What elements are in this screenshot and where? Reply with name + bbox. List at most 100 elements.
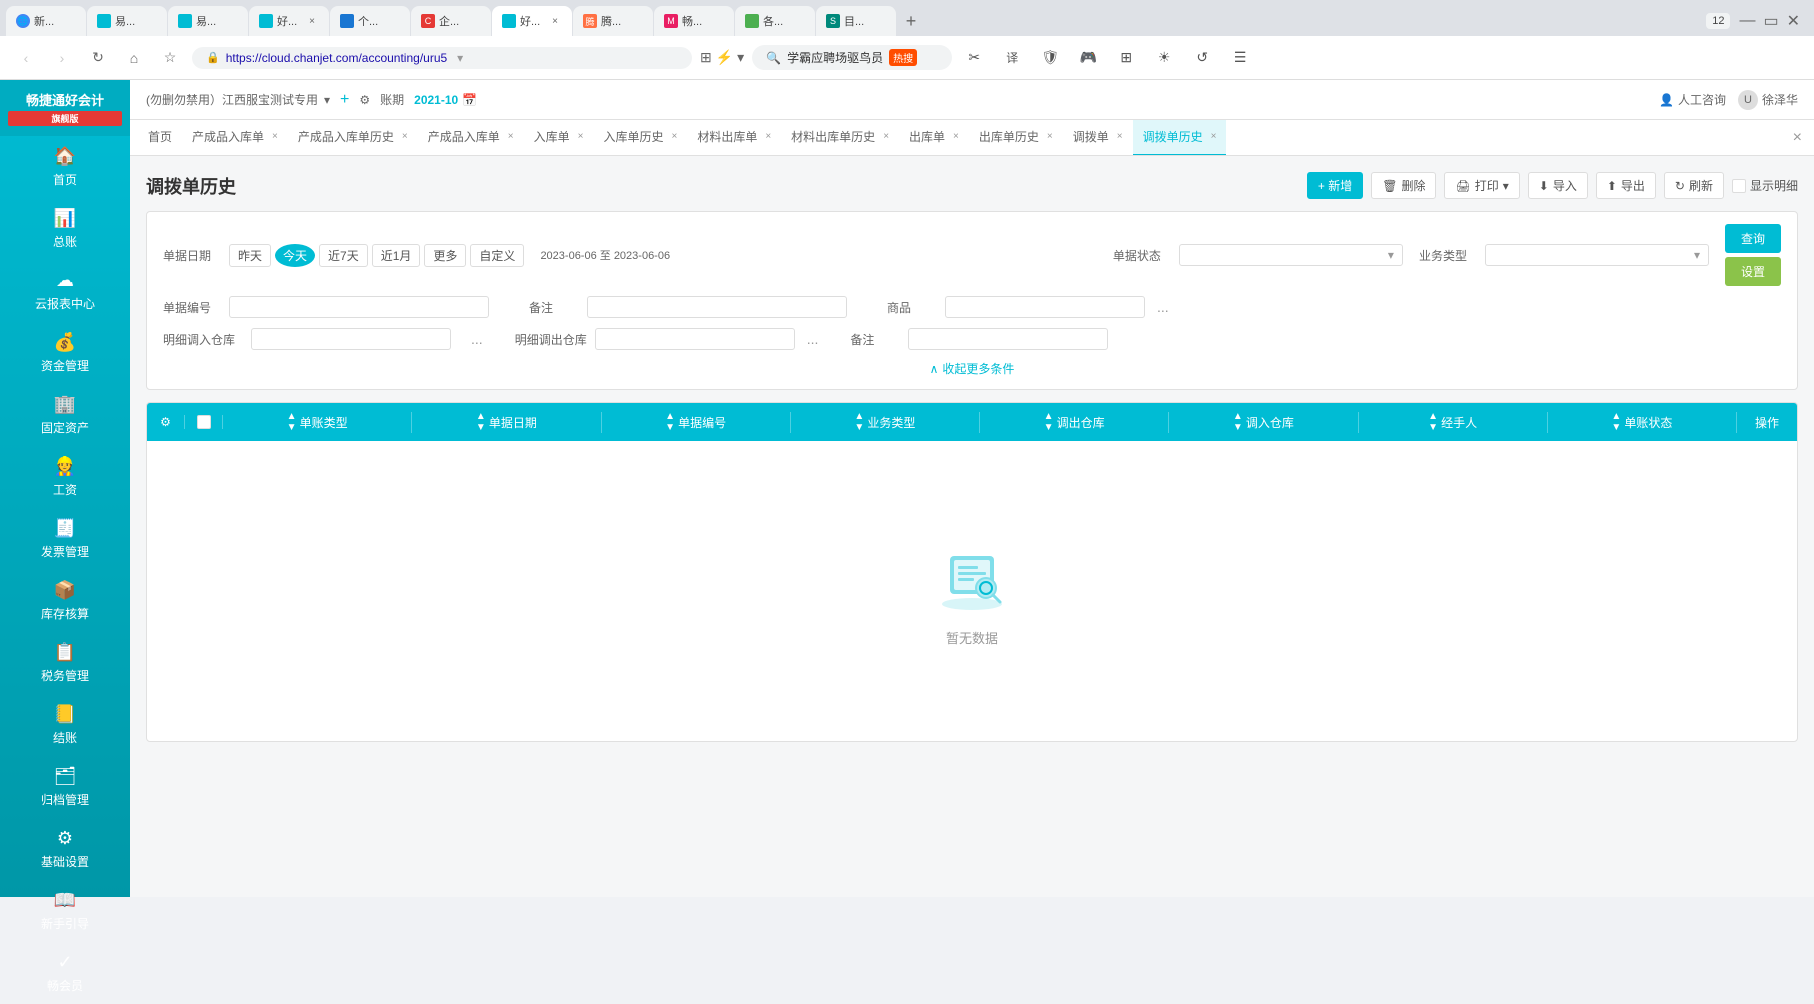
browser-tab-7[interactable]: 好... ×: [492, 6, 572, 36]
page-tab-close-4[interactable]: ×: [578, 131, 584, 142]
browser-tab-2[interactable]: 易...: [87, 6, 167, 36]
page-tab-home[interactable]: 首页: [138, 120, 182, 156]
select-all-checkbox[interactable]: [197, 415, 211, 429]
search-bar[interactable]: 🔍 学霸应聘场驱鸟员 热搜: [752, 45, 952, 70]
back-button[interactable]: ‹: [12, 44, 40, 72]
from-warehouse-picker-icon[interactable]: ...: [471, 331, 483, 347]
date-btn-1month[interactable]: 近1月: [372, 244, 421, 267]
th-handler[interactable]: ▲▼ 经手人: [1359, 412, 1548, 433]
undo-icon[interactable]: ↺: [1188, 44, 1216, 72]
scissors-icon[interactable]: ✂: [960, 44, 988, 72]
sidebar-item-salary[interactable]: 👷 工资: [0, 446, 130, 508]
home-button[interactable]: ⌂: [120, 44, 148, 72]
page-tab-6[interactable]: 材料出库单 ×: [687, 120, 781, 156]
page-tab-close-9[interactable]: ×: [1047, 131, 1053, 142]
browser-tab-1[interactable]: 🌐 新...: [6, 6, 86, 36]
forward-button[interactable]: ›: [48, 44, 76, 72]
from-warehouse-input[interactable]: [251, 328, 451, 350]
th-settings[interactable]: ⚙: [147, 415, 185, 429]
page-tab-10[interactable]: 调拨单 ×: [1063, 120, 1133, 156]
date-btn-yesterday[interactable]: 昨天: [229, 244, 271, 267]
to-warehouse-input[interactable]: [595, 328, 795, 350]
browser-tab-5[interactable]: 个...: [330, 6, 410, 36]
page-tab-4[interactable]: 入库单 ×: [524, 120, 594, 156]
dropdown-arrow[interactable]: ▾: [737, 49, 744, 66]
status-select[interactable]: ▾: [1179, 244, 1403, 266]
refresh-button[interactable]: ↻ 刷新: [1664, 172, 1724, 199]
sidebar-item-tax[interactable]: 📋 税务管理: [0, 632, 130, 694]
to-warehouse-picker-icon[interactable]: ...: [807, 331, 819, 347]
refresh-button[interactable]: ↻: [84, 44, 112, 72]
date-btn-7days[interactable]: 近7天: [319, 244, 368, 267]
page-tab-5[interactable]: 入库单历史 ×: [593, 120, 687, 156]
tab-close-7[interactable]: ×: [548, 14, 562, 28]
page-tab-close-6[interactable]: ×: [765, 131, 771, 142]
print-button[interactable]: 🖨 打印 ▾: [1444, 172, 1519, 199]
browser-tab-9[interactable]: M 畅...: [654, 6, 734, 36]
add-company-icon[interactable]: +: [340, 91, 349, 109]
sidebar-item-funds[interactable]: 💰 资金管理: [0, 322, 130, 384]
assistant-link[interactable]: 👤 人工咨询: [1659, 91, 1726, 108]
goods-picker-icon[interactable]: ...: [1157, 299, 1169, 315]
shield-icon[interactable]: 🛡: [1036, 44, 1064, 72]
page-tab-close-1[interactable]: ×: [272, 131, 278, 142]
bookmark-button[interactable]: ☆: [156, 44, 184, 72]
sidebar-item-member[interactable]: ✓ 畅会员: [0, 942, 130, 1004]
close-all-tabs-button[interactable]: ×: [1789, 129, 1806, 147]
date-btn-more[interactable]: 更多: [424, 244, 466, 267]
sidebar-logo[interactable]: 畅捷通好会计 旗舰版: [0, 80, 130, 136]
page-tab-8[interactable]: 出库单 ×: [899, 120, 969, 156]
display-toggle[interactable]: 显示明细: [1732, 177, 1798, 194]
new-button[interactable]: + 新增: [1307, 172, 1363, 199]
th-checkbox[interactable]: [185, 415, 223, 429]
page-tab-close-10[interactable]: ×: [1117, 131, 1123, 142]
doc-number-input[interactable]: [229, 296, 489, 318]
page-tab-7[interactable]: 材料出库单历史 ×: [781, 120, 899, 156]
th-out-warehouse[interactable]: ▲▼ 调出仓库: [980, 412, 1169, 433]
query-button[interactable]: 查询: [1725, 224, 1781, 253]
browser-tab-3[interactable]: 易...: [168, 6, 248, 36]
close-icon[interactable]: ✕: [1787, 11, 1800, 31]
page-tab-close-3[interactable]: ×: [508, 131, 514, 142]
import-button[interactable]: ⬇ 导入: [1528, 172, 1588, 199]
sidebar-item-invoice[interactable]: 🧾 发票管理: [0, 508, 130, 570]
page-tab-close-2[interactable]: ×: [402, 131, 408, 142]
sidebar-item-guide[interactable]: 📖 新手引导: [0, 880, 130, 942]
page-tab-9[interactable]: 出库单历史 ×: [969, 120, 1063, 156]
menu-icon[interactable]: ☰: [1226, 44, 1254, 72]
remarks-input[interactable]: [587, 296, 847, 318]
sidebar-item-archive[interactable]: 🗂 归档管理: [0, 756, 130, 818]
th-doc-status[interactable]: ▲▼ 单账状态: [1548, 412, 1737, 433]
filter-settings-button[interactable]: 设置: [1725, 257, 1781, 286]
page-tab-3[interactable]: 产成品入库单 ×: [418, 120, 524, 156]
browser-tab-8[interactable]: 腾 腾...: [573, 6, 653, 36]
translate-icon[interactable]: 译: [998, 44, 1026, 72]
type-select[interactable]: ▾: [1485, 244, 1709, 266]
settings-gear-icon[interactable]: ⚙: [359, 93, 370, 107]
th-biz-type[interactable]: ▲▼ 业务类型: [791, 412, 980, 433]
grid-icon[interactable]: ⊞: [700, 49, 712, 66]
period-selector[interactable]: 2021-10 📅: [414, 93, 477, 107]
sidebar-item-inventory[interactable]: 📦 库存核算: [0, 570, 130, 632]
apps-icon[interactable]: ⊞: [1112, 44, 1140, 72]
page-tab-1[interactable]: 产成品入库单 ×: [182, 120, 288, 156]
theme-icon[interactable]: ☀: [1150, 44, 1178, 72]
sidebar-item-assets[interactable]: 🏢 固定资产: [0, 384, 130, 446]
remarks2-input[interactable]: [908, 328, 1108, 350]
page-tab-11[interactable]: 调拨单历史 ×: [1133, 120, 1227, 156]
sidebar-item-close[interactable]: 📒 结账: [0, 694, 130, 756]
sidebar-item-home[interactable]: 🏠 首页: [0, 136, 130, 198]
game-icon[interactable]: 🎮: [1074, 44, 1102, 72]
date-btn-custom[interactable]: 自定义: [470, 244, 524, 267]
sidebar-item-ledger[interactable]: 📊 总账: [0, 198, 130, 260]
collapse-button[interactable]: ∧ 收起更多条件: [930, 360, 1015, 377]
browser-tab-10[interactable]: 各...: [735, 6, 815, 36]
address-input[interactable]: 🔒 https://cloud.chanjet.com/accounting/u…: [192, 47, 692, 69]
sidebar-item-reports[interactable]: ☁ 云报表中心: [0, 260, 130, 322]
new-tab-button[interactable]: +: [897, 7, 925, 35]
browser-tab-11[interactable]: S 目...: [816, 6, 896, 36]
page-tab-close-5[interactable]: ×: [671, 131, 677, 142]
th-doc-type[interactable]: ▲▼ 单账类型: [223, 412, 412, 433]
page-tab-2[interactable]: 产成品入库单历史 ×: [288, 120, 418, 156]
sidebar-item-settings[interactable]: ⚙ 基础设置: [0, 818, 130, 880]
